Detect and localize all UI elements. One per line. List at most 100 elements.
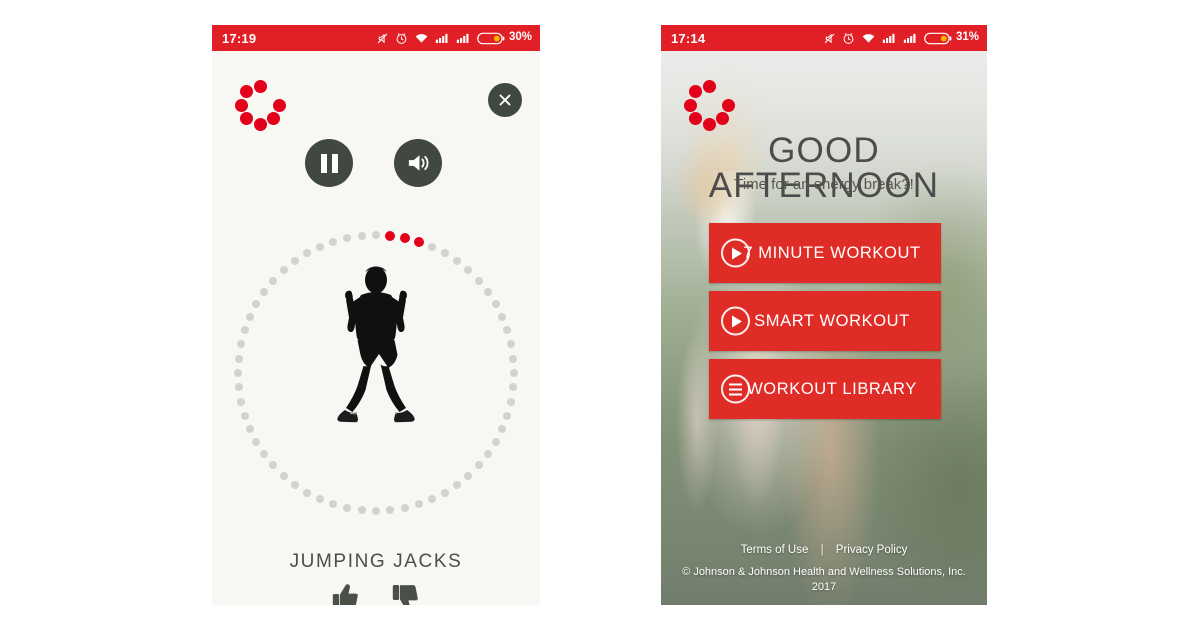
progress-dot — [414, 500, 423, 509]
sound-button[interactable] — [394, 139, 442, 187]
phone-left-workout-screen: 17:19 30% JUMPING JACKS — [212, 25, 540, 605]
seven-dot-ring-logo — [683, 79, 735, 131]
progress-dot — [260, 450, 269, 459]
battery-indicator: 31% — [924, 32, 979, 45]
progress-dot — [252, 438, 261, 446]
progress-dot — [400, 503, 409, 512]
progress-dot — [441, 249, 449, 258]
progress-dot — [237, 340, 246, 349]
signal-sim1-icon — [882, 33, 895, 43]
progress-dot — [453, 480, 462, 489]
progress-dot — [464, 471, 473, 480]
jumping-jacks-figure — [320, 244, 432, 434]
pause-button[interactable] — [305, 139, 353, 187]
progress-dot — [269, 276, 278, 285]
wifi-icon — [415, 34, 428, 43]
right-screen-body: GOOD AFTERNOON Time for an energy break?… — [661, 51, 987, 605]
progress-dot — [234, 383, 243, 392]
workout-library-button[interactable]: WORKOUT LIBRARY — [709, 359, 941, 419]
progress-dot — [343, 503, 352, 512]
status-bar-icons: 30% — [376, 32, 532, 45]
progress-dot — [372, 231, 380, 239]
progress-dot — [240, 326, 249, 335]
progress-dot — [372, 507, 380, 515]
progress-dot — [245, 425, 254, 434]
thumbs-down-button[interactable] — [391, 581, 421, 605]
progress-dot — [357, 231, 366, 240]
progress-dot — [315, 495, 324, 504]
status-bar-time: 17:19 — [222, 30, 257, 46]
progress-dot — [260, 287, 269, 296]
screenshot-canvas: 17:19 30% JUMPING JACKS 17:14 31% GOOD A… — [0, 0, 1200, 628]
play-icon — [721, 238, 750, 268]
progress-dot — [503, 326, 512, 335]
progress-dot — [290, 257, 299, 266]
mute-icon — [824, 33, 835, 43]
greeting-subtitle: Time for an energy break?! — [734, 176, 914, 193]
progress-dot — [234, 354, 243, 363]
battery-icon — [477, 32, 505, 44]
signal-sim2-icon — [456, 33, 469, 43]
progress-dot — [509, 383, 518, 392]
progress-dot — [498, 425, 507, 434]
progress-dot — [498, 312, 507, 321]
status-bar-time: 17:14 — [671, 30, 706, 46]
smart-workout-button[interactable]: SMART WORKOUT — [709, 291, 941, 351]
thumbs-up-button[interactable] — [331, 581, 361, 605]
pause-icon — [320, 153, 338, 173]
footer: Terms of Use | Privacy Policy © Johnson … — [661, 544, 987, 595]
menu-icon — [721, 374, 750, 404]
progress-dot — [269, 461, 278, 470]
jumping-jacks-silhouette — [337, 266, 415, 423]
wifi-icon — [862, 34, 875, 43]
copyright-line-2: 2017 — [811, 581, 837, 594]
privacy-policy-link[interactable]: Privacy Policy — [836, 544, 908, 556]
signal-sim2-icon — [903, 33, 916, 43]
close-icon — [499, 94, 511, 106]
progress-dot — [503, 411, 512, 420]
progress-dot — [506, 397, 515, 406]
play-icon — [721, 306, 750, 336]
progress-dot — [483, 287, 492, 296]
cta-list: 7 MINUTE WORKOUT SMART WORKOUT WORKOUT L… — [709, 223, 941, 427]
progress-dot — [441, 488, 449, 497]
alarm-icon — [843, 32, 854, 44]
progress-dot — [290, 480, 299, 489]
progress-dot — [474, 461, 483, 470]
progress-dot-active — [385, 230, 396, 241]
progress-dot — [234, 369, 242, 377]
footer-links: Terms of Use | Privacy Policy — [661, 544, 987, 556]
progress-dot — [252, 300, 261, 308]
footer-separator: | — [820, 544, 824, 557]
copyright-line-1: © Johnson & Johnson Health and Wellness … — [682, 566, 966, 579]
status-bar-right: 17:14 31% — [661, 25, 987, 51]
progress-dot — [474, 276, 483, 285]
progress-dot — [386, 506, 395, 515]
progress-dot — [237, 397, 246, 406]
progress-dot — [491, 300, 500, 308]
status-bar-left: 17:19 30% — [212, 25, 540, 51]
battery-percent: 31% — [955, 31, 979, 44]
progress-dot-active — [399, 233, 410, 244]
seven-dot-ring-logo — [234, 79, 286, 131]
progress-dot — [279, 471, 288, 480]
close-button[interactable] — [488, 83, 522, 117]
progress-dot — [464, 266, 473, 275]
battery-percent: 30% — [508, 31, 532, 44]
progress-dot — [343, 234, 352, 243]
progress-dot — [506, 340, 515, 349]
progress-dot — [279, 266, 288, 275]
battery-icon — [924, 32, 952, 44]
progress-dot — [245, 312, 254, 321]
status-bar-icons: 31% — [823, 32, 979, 45]
seven-minute-workout-button[interactable]: 7 MINUTE WORKOUT — [709, 223, 941, 283]
progress-dot — [357, 506, 366, 515]
left-screen-body: JUMPING JACKS — [212, 51, 540, 605]
signal-sim1-icon — [435, 33, 448, 43]
terms-of-use-link[interactable]: Terms of Use — [741, 544, 809, 556]
rating-row — [212, 581, 540, 605]
progress-dot — [240, 411, 249, 420]
progress-dot — [303, 249, 311, 258]
mute-icon — [377, 33, 388, 43]
phone-right-home-screen: 17:14 31% GOOD AFTERNOON Time for an ene… — [661, 25, 987, 605]
